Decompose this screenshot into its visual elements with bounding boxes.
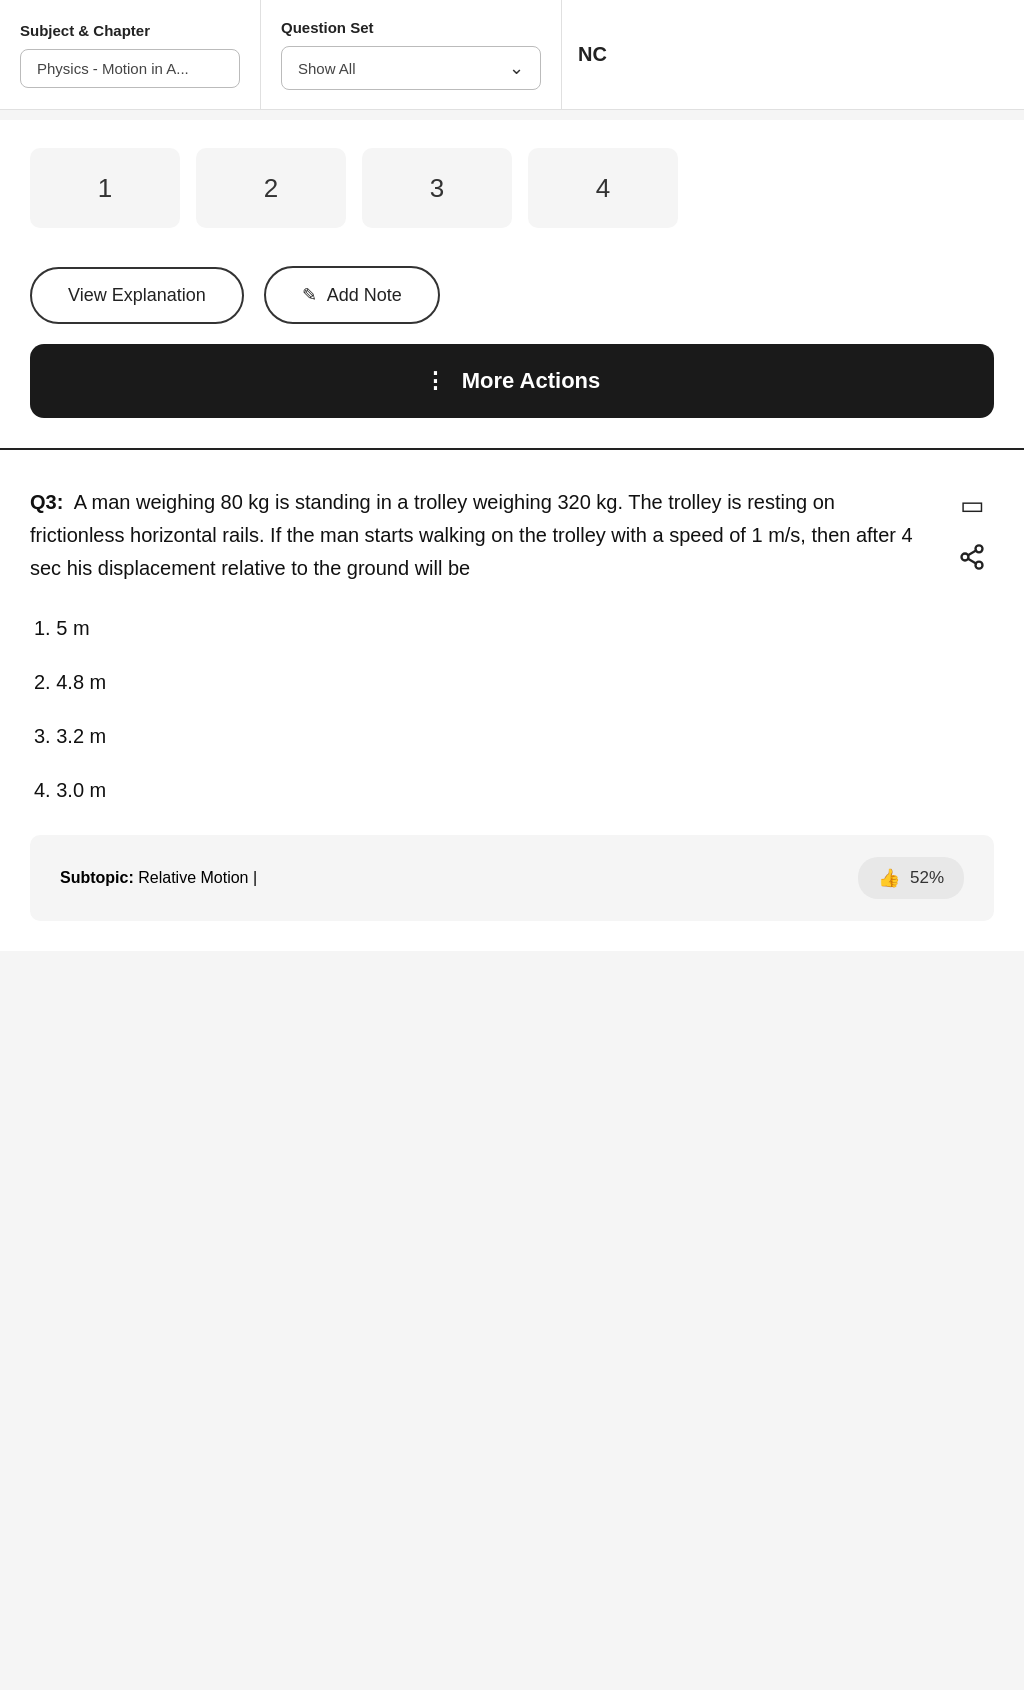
likes-percent: 52%: [910, 868, 944, 888]
more-actions-label: More Actions: [462, 368, 601, 394]
question-set-label: Question Set: [281, 19, 541, 36]
subject-chapter-label: Subject & Chapter: [20, 22, 240, 39]
bookmark-icon[interactable]: ▭: [960, 490, 985, 521]
question-icons: ▭: [950, 490, 994, 578]
options-list: 1. 5 m 2. 4.8 m 3. 3.2 m 4. 3.0 m: [30, 613, 994, 805]
subtopic-label: Subtopic:: [60, 869, 134, 886]
question-set-value: Show All: [298, 60, 356, 77]
number-button-2[interactable]: 2: [196, 148, 346, 228]
nc-label: NC: [578, 43, 607, 66]
view-explanation-button[interactable]: View Explanation: [30, 267, 244, 324]
option-4[interactable]: 4. 3.0 m: [34, 775, 994, 805]
number-row: 1 2 3 4: [0, 120, 1024, 256]
header-bar: Subject & Chapter Physics - Motion in A.…: [0, 0, 1024, 110]
number-button-4[interactable]: 4: [528, 148, 678, 228]
add-note-button[interactable]: ✎ Add Note: [264, 266, 440, 324]
question-text-wrap: Q3: A man weighing 80 kg is standing in …: [30, 486, 934, 585]
option-2-number: 2. 4.8 m: [34, 671, 106, 693]
option-4-number: 4. 3.0 m: [34, 779, 106, 801]
question-set-select[interactable]: Show All ⌄: [281, 46, 541, 90]
option-2[interactable]: 2. 4.8 m: [34, 667, 994, 697]
action-row: View Explanation ✎ Add Note: [0, 256, 1024, 344]
option-1[interactable]: 1. 5 m: [34, 613, 994, 643]
likes-badge: 👍 52%: [858, 857, 964, 899]
edit-icon: ✎: [302, 284, 317, 306]
svg-line-4: [968, 551, 976, 556]
more-actions-button[interactable]: ⋮ More Actions: [30, 344, 994, 418]
question-header: Q3: A man weighing 80 kg is standing in …: [30, 486, 994, 585]
more-actions-row: ⋮ More Actions: [0, 344, 1024, 448]
number-button-1[interactable]: 1: [30, 148, 180, 228]
thumbs-up-icon: 👍: [878, 867, 900, 889]
option-1-number: 1. 5 m: [34, 617, 90, 639]
question-label: Q3:: [30, 491, 63, 513]
question-text: A man weighing 80 kg is standing in a tr…: [30, 491, 913, 579]
subject-chapter-value[interactable]: Physics - Motion in A...: [20, 49, 240, 88]
question-set-cell: Question Set Show All ⌄: [261, 0, 562, 109]
option-3[interactable]: 3. 3.2 m: [34, 721, 994, 751]
chevron-down-icon: ⌄: [509, 57, 524, 79]
add-note-label: Add Note: [327, 285, 402, 306]
subtopic-bar: Subtopic: Relative Motion | 👍 52%: [30, 835, 994, 921]
nc-cell: NC: [562, 0, 642, 109]
subject-chapter-cell: Subject & Chapter Physics - Motion in A.…: [0, 0, 261, 109]
share-icon[interactable]: [958, 543, 986, 578]
subtopic-value: Relative Motion |: [138, 869, 257, 886]
subtopic-text: Subtopic: Relative Motion |: [60, 869, 257, 887]
number-button-3[interactable]: 3: [362, 148, 512, 228]
question-section: Q3: A man weighing 80 kg is standing in …: [0, 450, 1024, 951]
svg-line-3: [968, 559, 976, 564]
option-3-number: 3. 3.2 m: [34, 725, 106, 747]
more-actions-icon: ⋮: [424, 368, 448, 394]
view-explanation-label: View Explanation: [68, 285, 206, 306]
